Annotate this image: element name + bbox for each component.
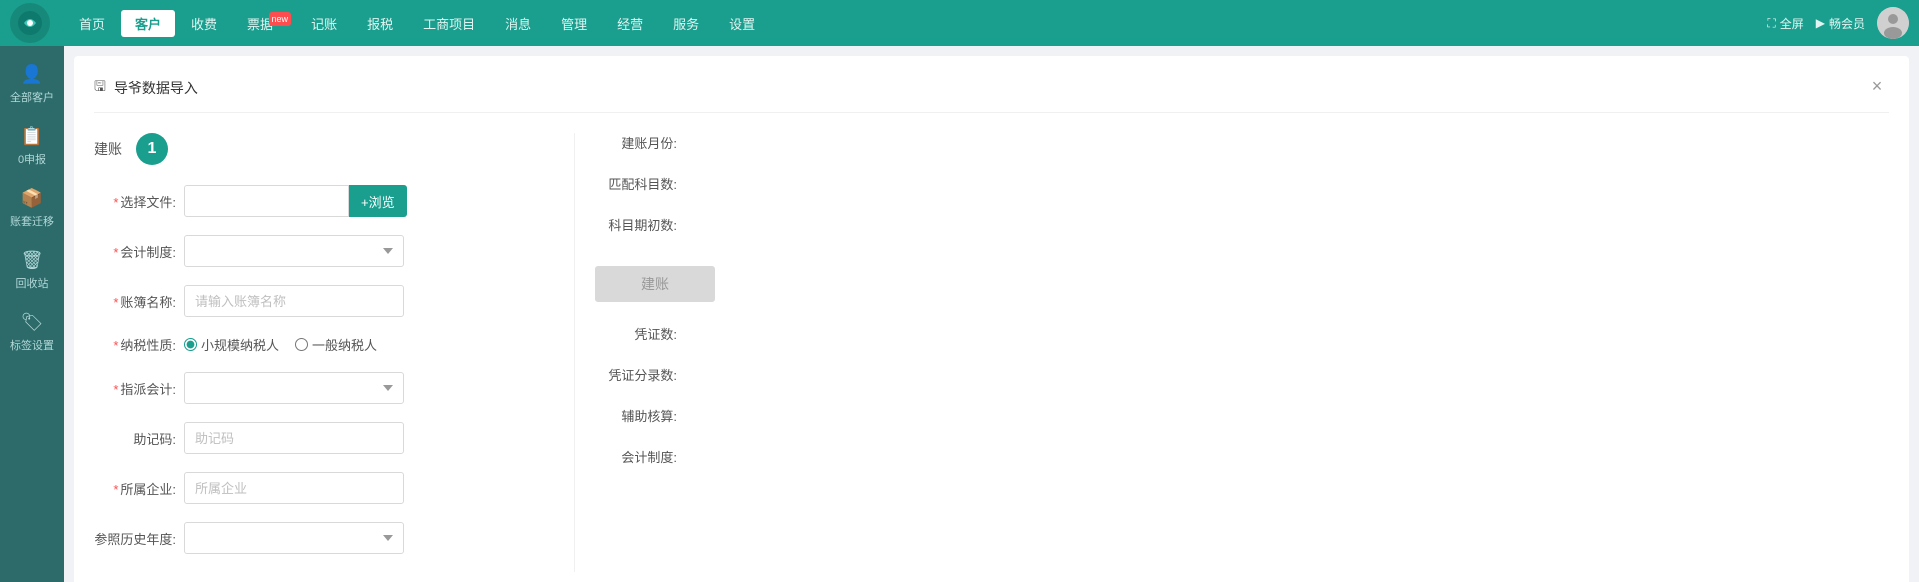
nav-tax[interactable]: 报税 (353, 10, 407, 37)
ledger-name-row: *账簿名称: (94, 285, 514, 317)
tags-icon: 🏷 (21, 312, 44, 333)
tax-type-general[interactable]: 一般纳税人 (295, 335, 377, 354)
match-subjects-row: 匹配科目数: (595, 174, 1889, 193)
voucher-entries-row: 凭证分录数: (595, 365, 1889, 384)
voucher-count-row: 凭证数: (595, 324, 1889, 343)
vip-button[interactable]: ▶ 畅会员 (1816, 15, 1865, 32)
step-circle: 1 (136, 133, 168, 165)
form-container: 建账 1 *选择文件: +浏览 (94, 133, 1889, 572)
form-left: 建账 1 *选择文件: +浏览 (94, 133, 574, 572)
nav-manage[interactable]: 管理 (547, 10, 601, 37)
migrate-icon: 📦 (21, 188, 43, 209)
memo-code-input[interactable] (184, 422, 404, 454)
main-content: 🖫 导爷数据导入 × 建账 1 *选择文件: (64, 46, 1919, 582)
nav-bookkeeping[interactable]: 记账 (297, 10, 351, 37)
sidebar-item-migrate[interactable]: 📦 账套迁移 (4, 180, 60, 237)
accountant-label: *指派会计: (94, 379, 184, 398)
voucher-count-label: 凭证数: (595, 324, 685, 343)
nav-operation[interactable]: 经营 (603, 10, 657, 37)
step-indicator: 建账 1 (94, 133, 168, 165)
nav-customer[interactable]: 客户 (121, 10, 175, 37)
tax-type-small-radio[interactable] (184, 338, 197, 351)
history-year-label: 参照历史年度: (94, 529, 184, 548)
build-month-row: 建账月份: (595, 133, 1889, 152)
memo-code-label: 助记码: (94, 429, 184, 448)
build-month-label: 建账月份: (595, 133, 685, 152)
nav-message[interactable]: 消息 (491, 10, 545, 37)
sidebar-item-zero-declare[interactable]: 📋 0申报 (4, 118, 60, 175)
nav-settings[interactable]: 设置 (715, 10, 769, 37)
ledger-name-input[interactable] (184, 285, 404, 317)
aux-accounting-row: 辅助核算: (595, 406, 1889, 425)
main-layout: 👤 全部客户 📋 0申报 📦 账套迁移 🗑 回收站 🏷 标签设置 🖫 导爷数据导… (0, 46, 1919, 582)
zero-declare-icon: 📋 (21, 126, 43, 147)
fullscreen-button[interactable]: ⛶ 全屏 (1767, 15, 1803, 32)
sidebar-item-tags[interactable]: 🏷 标签设置 (4, 304, 60, 361)
recycle-icon: 🗑 (21, 250, 44, 271)
content-panel: 🖫 导爷数据导入 × 建账 1 *选择文件: (74, 56, 1909, 582)
company-row: *所属企业: (94, 472, 514, 504)
app-logo[interactable] (10, 3, 50, 43)
panel-title: 导爷数据导入 (114, 78, 198, 98)
sidebar: 👤 全部客户 📋 0申报 📦 账套迁移 🗑 回收站 🏷 标签设置 (0, 46, 64, 582)
voucher-entries-label: 凭证分录数: (595, 365, 685, 384)
subject-init-label: 科目期初数: (595, 215, 685, 234)
tax-type-row: *纳税性质: 小规模纳税人 一般纳税人 (94, 335, 514, 354)
accountant-select[interactable] (184, 372, 404, 404)
build-button[interactable]: 建账 (595, 266, 715, 302)
form-right: 建账月份: 匹配科目数: 科目期初数: 建账 (574, 133, 1889, 572)
step-label: 建账 (94, 139, 122, 159)
tax-type-radio-group: 小规模纳税人 一般纳税人 (184, 335, 377, 354)
accounting-system-row: *会计制度: (94, 235, 514, 267)
build-button-container: 建账 (595, 256, 1889, 302)
vip-icon: ▶ (1816, 16, 1825, 30)
ledger-name-label: *账簿名称: (94, 292, 184, 311)
user-avatar[interactable] (1877, 7, 1909, 39)
tax-type-general-radio[interactable] (295, 338, 308, 351)
subject-init-row: 科目期初数: (595, 215, 1889, 234)
company-input[interactable] (184, 472, 404, 504)
nav-service[interactable]: 服务 (659, 10, 713, 37)
file-input-group: +浏览 (184, 185, 407, 217)
aux-accounting-label: 辅助核算: (595, 406, 685, 425)
sidebar-item-all-customers[interactable]: 👤 全部客户 (4, 56, 60, 113)
history-year-row: 参照历史年度: (94, 522, 514, 554)
all-customers-icon: 👤 (21, 64, 43, 85)
file-select-label: *选择文件: (94, 192, 184, 211)
right-accounting-system-label: 会计制度: (595, 447, 685, 466)
company-label: *所属企业: (94, 479, 184, 498)
sidebar-item-recycle[interactable]: 🗑 回收站 (4, 242, 60, 299)
tax-type-small[interactable]: 小规模纳税人 (184, 335, 279, 354)
close-button[interactable]: × (1865, 74, 1889, 98)
import-icon: 🖫 (94, 76, 106, 100)
nav-business[interactable]: 工商项目 (409, 10, 489, 37)
file-path-input[interactable] (184, 185, 349, 217)
browse-button[interactable]: +浏览 (349, 185, 407, 217)
accounting-system-select[interactable] (184, 235, 404, 267)
memo-code-row: 助记码: (94, 422, 514, 454)
nav-home[interactable]: 首页 (65, 10, 119, 37)
nav-fees[interactable]: 收费 (177, 10, 231, 37)
tax-type-label: *纳税性质: (94, 335, 184, 354)
top-navigation: 首页 客户 收费 票据 new 记账 报税 工商项目 消息 管理 经营 服务 设… (0, 0, 1919, 46)
right-accounting-system-row: 会计制度: (595, 447, 1889, 466)
accountant-row: *指派会计: (94, 372, 514, 404)
nav-right-area: ⛶ 全屏 ▶ 畅会员 (1767, 7, 1909, 39)
panel-header: 🖫 导爷数据导入 (94, 76, 1889, 113)
new-badge: new (269, 12, 292, 26)
accounting-system-label: *会计制度: (94, 242, 184, 261)
nav-tickets[interactable]: 票据 new (233, 10, 295, 37)
nav-menu: 首页 客户 收费 票据 new 记账 报税 工商项目 消息 管理 经营 服务 设… (65, 10, 1767, 37)
fullscreen-icon: ⛶ (1767, 16, 1775, 31)
history-year-select[interactable] (184, 522, 404, 554)
file-select-row: *选择文件: +浏览 (94, 185, 514, 217)
match-subjects-label: 匹配科目数: (595, 174, 685, 193)
